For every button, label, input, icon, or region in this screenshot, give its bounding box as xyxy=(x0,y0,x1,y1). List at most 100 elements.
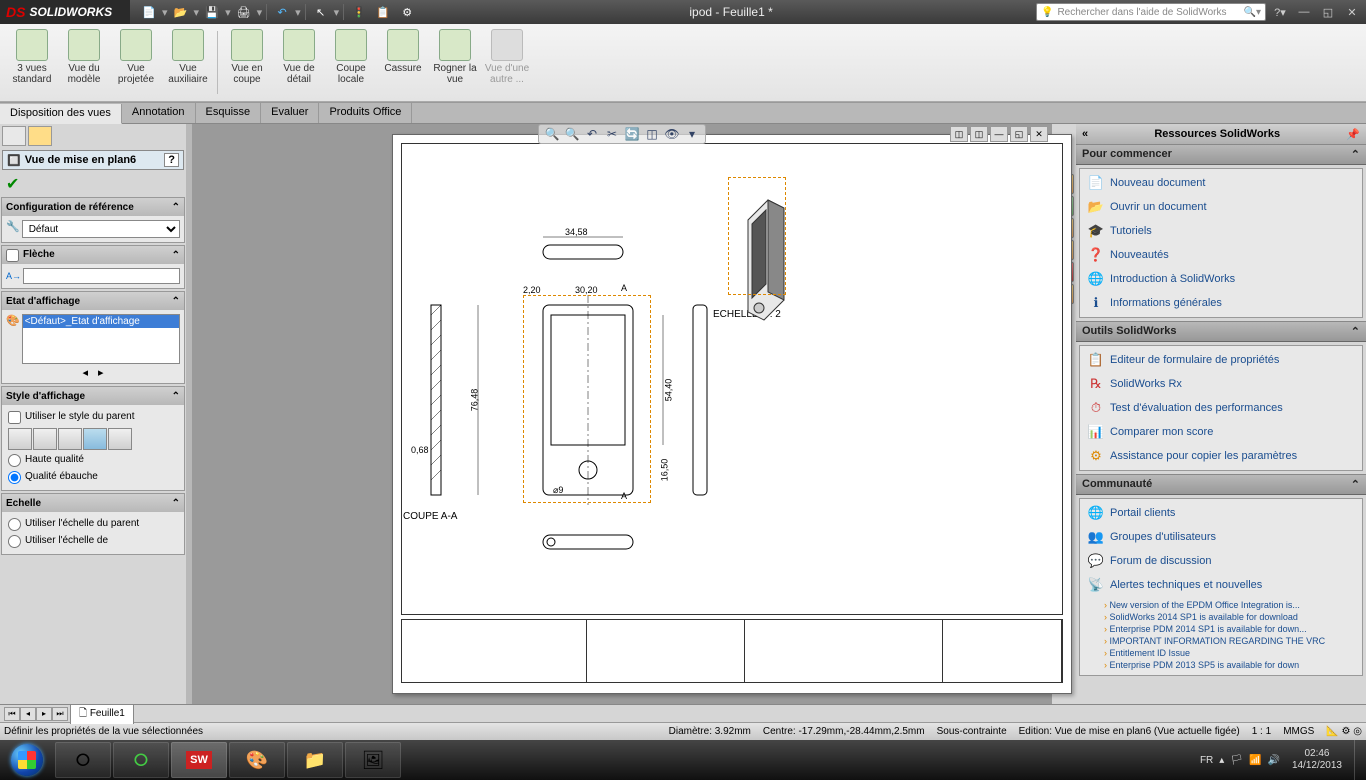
tray-volume-icon[interactable]: 🔊 xyxy=(1267,755,1279,766)
scale-sheet-radio[interactable] xyxy=(8,535,21,548)
display-style-header[interactable]: Style d'affichage⌃ xyxy=(2,387,184,405)
close-button[interactable]: ✕ xyxy=(1342,4,1362,20)
tab-sketch[interactable]: Esquisse xyxy=(196,103,262,123)
mdi-max[interactable]: ◱ xyxy=(1010,126,1028,142)
tray-flag-icon[interactable]: 🏳 xyxy=(1230,755,1243,766)
help-icon[interactable]: ?▾ xyxy=(1270,4,1290,20)
help-search-input[interactable]: 💡Rechercher dans l'aide de SolidWorks🔍▾ xyxy=(1036,3,1266,21)
scale-parent-radio[interactable] xyxy=(8,518,21,531)
rib-section-view[interactable]: Vue en coupe xyxy=(221,27,273,98)
start-button[interactable] xyxy=(0,740,54,780)
display-state-header[interactable]: Etat d'affichage⌃ xyxy=(2,292,184,310)
help-button[interactable]: ? xyxy=(164,153,179,167)
sheet-first[interactable]: ⏮ xyxy=(4,707,20,721)
draft-radio[interactable] xyxy=(8,471,21,484)
intro-link[interactable]: 🌐Introduction à SolidWorks xyxy=(1080,267,1362,291)
tab-view-layout[interactable]: Disposition des vues xyxy=(0,104,122,124)
news-item[interactable]: IMPORTANT INFORMATION REGARDING THE VRC xyxy=(1104,635,1358,647)
view-orient-icon[interactable]: 🔄 xyxy=(623,125,641,143)
save-icon[interactable]: 💾 xyxy=(201,2,223,22)
pushpin-icon[interactable]: 📌 xyxy=(1346,128,1360,141)
compare-score-link[interactable]: 📊Comparer mon score xyxy=(1080,420,1362,444)
section-tools[interactable]: Outils SolidWorks⌃ xyxy=(1076,321,1366,342)
status-icons[interactable]: 📐 ⚙ ◎ xyxy=(1326,726,1362,737)
scroll-right[interactable]: ▸ xyxy=(98,366,104,379)
new-icon[interactable]: 📄 xyxy=(138,2,160,22)
perf-test-link[interactable]: ⏱Test d'évaluation des performances xyxy=(1080,396,1362,420)
select-icon[interactable]: ↖ xyxy=(310,2,332,22)
style-hidden-visible[interactable] xyxy=(33,428,57,450)
use-parent-style-checkbox[interactable] xyxy=(8,411,21,424)
section-community[interactable]: Communauté⌃ xyxy=(1076,474,1366,495)
rib-aux-view[interactable]: Vue auxiliaire xyxy=(162,27,214,98)
arrow-header[interactable]: Flèche⌃ xyxy=(2,246,184,264)
tab-evaluate[interactable]: Evaluer xyxy=(261,103,319,123)
status-units[interactable]: MMGS xyxy=(1283,726,1314,737)
style-shaded[interactable] xyxy=(108,428,132,450)
rib-crop-view[interactable]: Rogner la vue xyxy=(429,27,481,98)
lang-indicator[interactable]: FR xyxy=(1200,755,1213,766)
style-hidden-removed[interactable] xyxy=(58,428,82,450)
rib-3views[interactable]: 3 vues standard xyxy=(6,27,58,98)
task-chrome2[interactable]: ⭘ xyxy=(113,742,169,778)
rib-model-view[interactable]: Vue du modèle xyxy=(58,27,110,98)
task-explorer[interactable]: 📁 xyxy=(287,742,343,778)
task-photos[interactable]: 🖼 xyxy=(345,742,401,778)
tutorials-link[interactable]: 🎓Tutoriels xyxy=(1080,219,1362,243)
section-view-icon[interactable]: ✂ xyxy=(603,125,621,143)
mdi-close[interactable]: ✕ xyxy=(1030,126,1048,142)
sheet-tab-1[interactable]: 🗋 Feuille1 xyxy=(70,704,134,724)
selected-view-iso[interactable] xyxy=(728,177,786,295)
drawing-canvas[interactable]: 🔍 🔍 ↶ ✂ 🔄 ◫ 👁 ▾ ◫ ◫ — ◱ ✕ 34,58 2,20 30,… xyxy=(192,124,1052,704)
news-item[interactable]: SolidWorks 2014 SP1 is available for dow… xyxy=(1104,611,1358,623)
more-icon[interactable]: ▾ xyxy=(683,125,701,143)
show-desktop-button[interactable] xyxy=(1354,740,1366,780)
minimize-button[interactable]: — xyxy=(1294,4,1314,20)
tray-clock[interactable]: 02:4614/12/2013 xyxy=(1286,748,1348,772)
news-item[interactable]: Entitlement ID Issue xyxy=(1104,647,1358,659)
restore-button[interactable]: ◱ xyxy=(1318,4,1338,20)
tab-office[interactable]: Produits Office xyxy=(319,103,412,123)
undo-icon[interactable]: ↶ xyxy=(271,2,293,22)
new-document-link[interactable]: 📄Nouveau document xyxy=(1080,171,1362,195)
section-start[interactable]: Pour commencer⌃ xyxy=(1076,144,1366,165)
task-solidworks[interactable]: SW xyxy=(171,742,227,778)
news-item[interactable]: New version of the EPDM Office Integrati… xyxy=(1104,599,1358,611)
news-item[interactable]: Enterprise PDM 2013 SP5 is available for… xyxy=(1104,659,1358,671)
selected-view-front[interactable] xyxy=(523,295,651,503)
style-wireframe[interactable] xyxy=(8,428,32,450)
display-state-list[interactable]: <Défaut>_Etat d'affichage xyxy=(22,314,180,364)
rib-detail-view[interactable]: Vue de détail xyxy=(273,27,325,98)
info-link[interactable]: ℹInformations générales xyxy=(1080,291,1362,315)
rib-broken-section[interactable]: Coupe locale xyxy=(325,27,377,98)
open-document-link[interactable]: 📂Ouvrir un document xyxy=(1080,195,1362,219)
sheet-prev[interactable]: ◂ xyxy=(20,707,36,721)
scale-header[interactable]: Echelle⌃ xyxy=(2,494,184,512)
user-groups-link[interactable]: 👥Groupes d'utilisateurs xyxy=(1080,525,1362,549)
scroll-left[interactable]: ◂ xyxy=(82,366,88,379)
forum-link[interactable]: 💬Forum de discussion xyxy=(1080,549,1362,573)
prop-form-editor-link[interactable]: 📋Editeur de formulaire de propriétés xyxy=(1080,348,1362,372)
sheet-last[interactable]: ⏭ xyxy=(52,707,68,721)
hide-show-icon[interactable]: 👁 xyxy=(663,125,681,143)
hq-radio[interactable] xyxy=(8,454,21,467)
feature-tree-tab[interactable] xyxy=(2,126,26,146)
mdi-prev[interactable]: ◫ xyxy=(950,126,968,142)
sheet-next[interactable]: ▸ xyxy=(36,707,52,721)
mdi-next[interactable]: ◫ xyxy=(970,126,988,142)
customer-portal-link[interactable]: 🌐Portail clients xyxy=(1080,501,1362,525)
arrow-input[interactable] xyxy=(23,268,180,284)
rib-break[interactable]: Cassure xyxy=(377,27,429,98)
mdi-min[interactable]: — xyxy=(990,126,1008,142)
options-icon[interactable]: 📋 xyxy=(372,2,394,22)
rib-projected-view[interactable]: Vue projetée xyxy=(110,27,162,98)
ok-button[interactable]: ✔ xyxy=(0,172,186,196)
rx-link[interactable]: ℞SolidWorks Rx xyxy=(1080,372,1362,396)
print-icon[interactable]: 🖨 xyxy=(233,2,255,22)
tab-annotation[interactable]: Annotation xyxy=(122,103,196,123)
task-paint[interactable]: 🎨 xyxy=(229,742,285,778)
status-zoom[interactable]: 1 : 1 xyxy=(1252,726,1271,737)
task-chrome1[interactable]: ⭘ xyxy=(55,742,111,778)
settings-icon[interactable]: ⚙ xyxy=(396,2,418,22)
config-ref-header[interactable]: Configuration de référence⌃ xyxy=(2,198,184,216)
